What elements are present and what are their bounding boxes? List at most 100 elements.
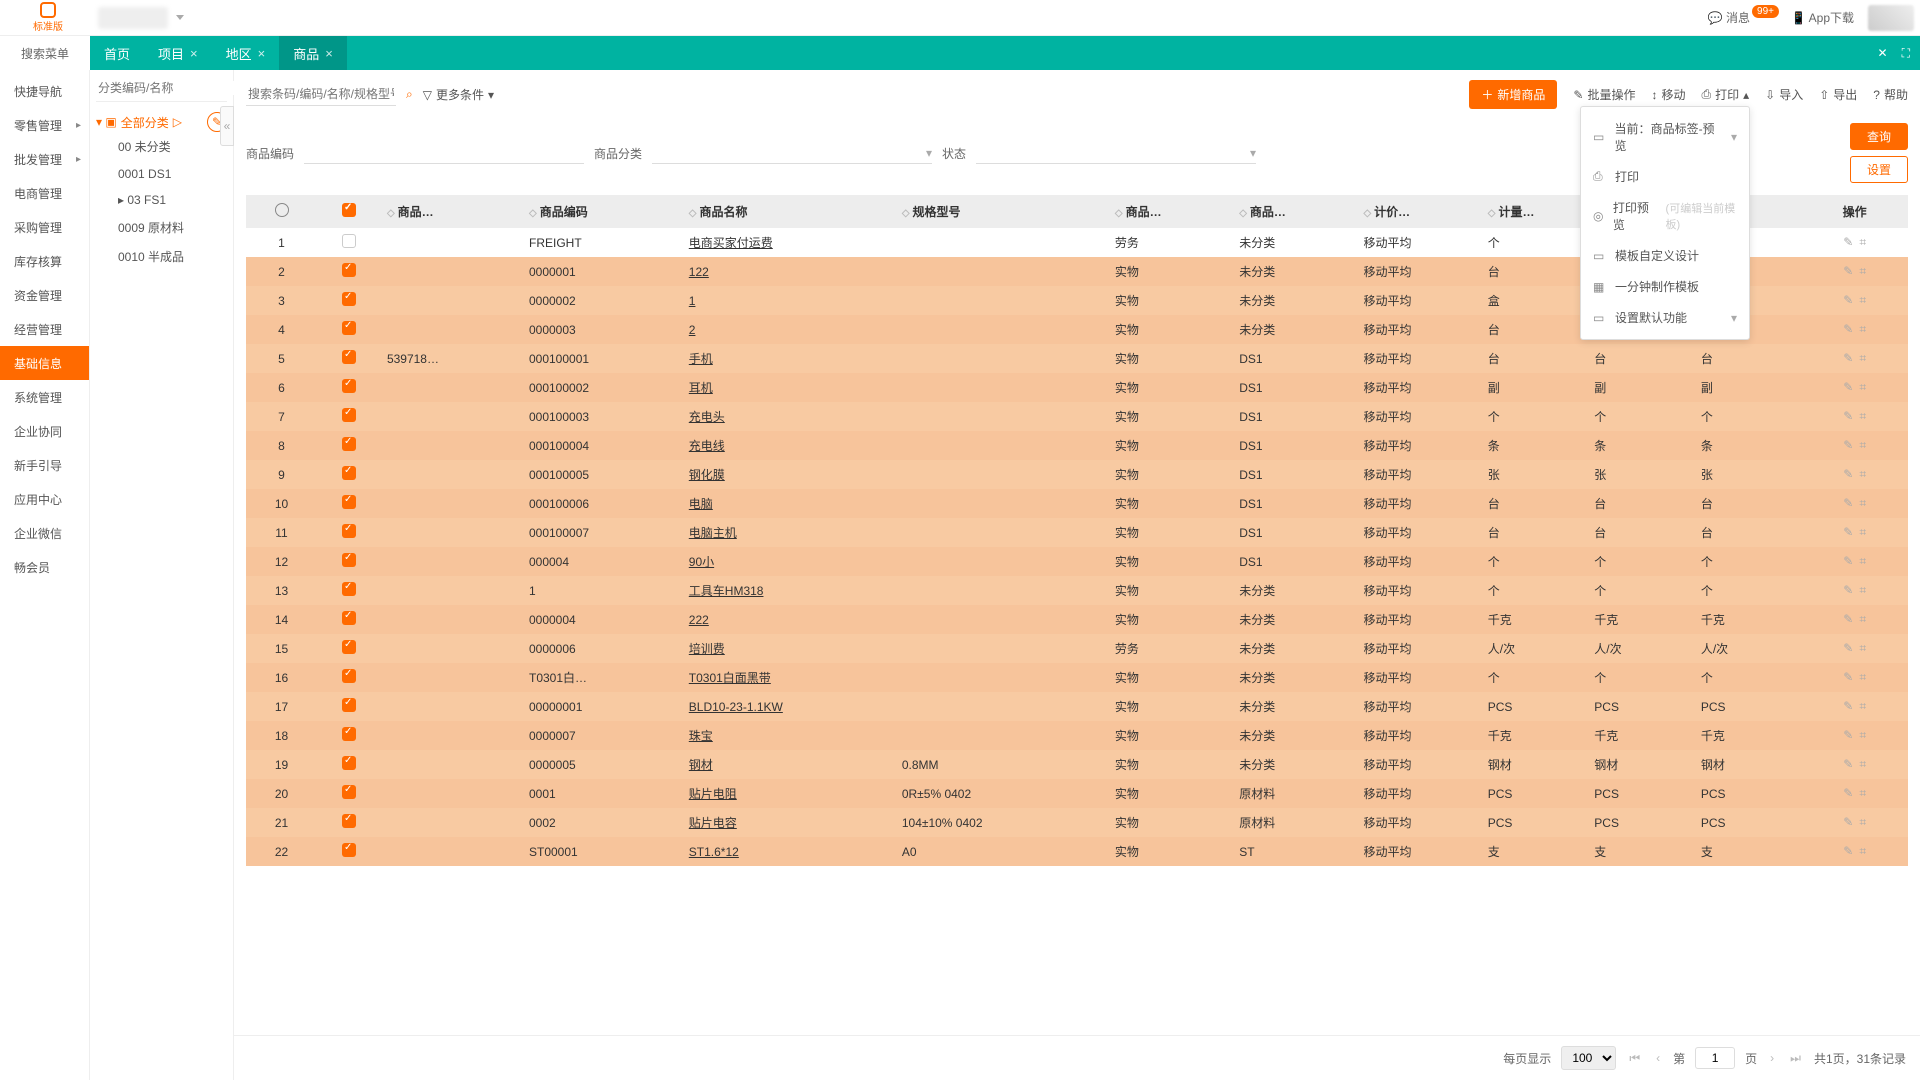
cell-name[interactable]: 1 [683, 286, 896, 315]
more-icon[interactable]: ⌗ [1859, 844, 1866, 858]
more-icon[interactable]: ⌗ [1859, 380, 1866, 394]
col-barcode[interactable]: ◇商品… [381, 195, 523, 228]
sidebar-item-快捷导航[interactable]: 快捷导航 [0, 74, 89, 108]
cell-name[interactable]: 耳机 [683, 373, 896, 402]
sidebar-item-畅会员[interactable]: 畅会员 [0, 550, 89, 584]
row-checkbox[interactable] [317, 315, 381, 344]
more-icon[interactable]: ⌗ [1859, 351, 1866, 365]
edit-icon[interactable]: ✎ [1843, 670, 1853, 684]
close-icon[interactable]: × [258, 46, 266, 61]
more-icon[interactable]: ⌗ [1859, 496, 1866, 510]
col-category[interactable]: ◇商品… [1233, 195, 1357, 228]
row-checkbox[interactable] [317, 460, 381, 489]
more-filters-toggle[interactable]: ▽ 更多条件 ▾ [423, 86, 494, 103]
edit-icon[interactable]: ✎ [1843, 728, 1853, 742]
close-icon[interactable]: × [190, 46, 198, 61]
more-icon[interactable]: ⌗ [1859, 786, 1866, 800]
row-checkbox[interactable] [317, 576, 381, 605]
more-icon[interactable]: ⌗ [1859, 815, 1866, 829]
tab-地区[interactable]: 地区× [212, 36, 280, 70]
chevron-down-icon[interactable] [176, 15, 184, 20]
edit-icon[interactable]: ✎ [1843, 293, 1853, 307]
table-row[interactable]: 180000007珠宝实物未分类移动平均千克千克千克✎⌗ [246, 721, 1908, 750]
messages-link[interactable]: 💬 消息99+ [1708, 9, 1777, 26]
row-checkbox[interactable] [317, 634, 381, 663]
row-checkbox[interactable] [317, 373, 381, 402]
help-button[interactable]: ? 帮助 [1873, 86, 1908, 103]
tab-close-icon[interactable]: ✕ [1878, 46, 1888, 60]
col-pricing[interactable]: ◇计价… [1357, 195, 1481, 228]
sidebar-item-资金管理[interactable]: 资金管理 [0, 278, 89, 312]
table-row[interactable]: 190000005钢材0.8MM实物未分类移动平均钢材钢材钢材✎⌗ [246, 750, 1908, 779]
edit-icon[interactable]: ✎ [1843, 815, 1853, 829]
dropdown-item[interactable]: ▭模板自定义设计 [1581, 240, 1749, 271]
tree-node[interactable]: 0009 原材料 [96, 213, 227, 242]
tree-play-icon[interactable]: ▷ [173, 115, 182, 129]
cell-name[interactable]: ST1.6*12 [683, 837, 896, 866]
tree-node[interactable]: 0010 半成品 [96, 242, 227, 271]
cell-name[interactable]: 122 [683, 257, 896, 286]
filter-code-input[interactable] [304, 142, 584, 164]
table-row[interactable]: 6000100002耳机实物DS1移动平均副副副✎⌗ [246, 373, 1908, 402]
cell-name[interactable]: T0301白面黑带 [683, 663, 896, 692]
tree-node[interactable]: ▸ 03 FS1 [96, 187, 227, 213]
table-row[interactable]: 1200000490小实物DS1移动平均个个个✎⌗ [246, 547, 1908, 576]
row-checkbox[interactable] [317, 547, 381, 576]
table-row[interactable]: 1700000001BLD10-23-1.1KW实物未分类移动平均PCSPCSP… [246, 692, 1908, 721]
more-icon[interactable]: ⌗ [1859, 728, 1866, 742]
more-icon[interactable]: ⌗ [1859, 293, 1866, 307]
first-page-button[interactable]: ⏮ [1626, 1051, 1643, 1066]
more-icon[interactable]: ⌗ [1859, 554, 1866, 568]
more-icon[interactable]: ⌗ [1859, 583, 1866, 597]
table-row[interactable]: 7000100003充电头实物DS1移动平均个个个✎⌗ [246, 402, 1908, 431]
row-checkbox[interactable] [317, 402, 381, 431]
cell-name[interactable]: BLD10-23-1.1KW [683, 692, 896, 721]
edit-icon[interactable]: ✎ [1843, 467, 1853, 481]
row-checkbox[interactable] [317, 605, 381, 634]
cell-name[interactable]: 2 [683, 315, 896, 344]
table-row[interactable]: 9000100005钢化膜实物DS1移动平均张张张✎⌗ [246, 460, 1908, 489]
dropdown-item[interactable]: ◎打印预览(可编辑当前模板) [1581, 192, 1749, 240]
row-checkbox[interactable] [317, 228, 381, 257]
import-button[interactable]: ⇩ 导入 [1765, 86, 1803, 103]
cell-name[interactable]: 钢化膜 [683, 460, 896, 489]
cell-name[interactable]: 贴片电容 [683, 808, 896, 837]
table-row[interactable]: 8000100004充电线实物DS1移动平均条条条✎⌗ [246, 431, 1908, 460]
add-product-button[interactable]: ＋ 新增商品 [1469, 80, 1557, 109]
last-page-button[interactable]: ⏭ [1787, 1051, 1804, 1066]
sidebar-item-库存核算[interactable]: 库存核算 [0, 244, 89, 278]
sidebar-item-经营管理[interactable]: 经营管理 [0, 312, 89, 346]
edit-icon[interactable]: ✎ [1843, 583, 1853, 597]
cell-name[interactable]: 充电头 [683, 402, 896, 431]
sidebar-item-企业微信[interactable]: 企业微信 [0, 516, 89, 550]
sidebar-item-采购管理[interactable]: 采购管理 [0, 210, 89, 244]
more-icon[interactable]: ⌗ [1859, 757, 1866, 771]
table-row[interactable]: 131工具车HM318实物未分类移动平均个个个✎⌗ [246, 576, 1908, 605]
cell-name[interactable]: 培训费 [683, 634, 896, 663]
tab-项目[interactable]: 项目× [144, 36, 212, 70]
page-size-select[interactable]: 100 [1561, 1046, 1616, 1070]
avatar[interactable] [1868, 5, 1914, 31]
cell-name[interactable]: 电商买家付运费 [683, 228, 896, 257]
row-checkbox[interactable] [317, 721, 381, 750]
tree-root-label[interactable]: 全部分类 [121, 114, 169, 131]
batch-ops-button[interactable]: ✎ 批量操作 [1573, 86, 1635, 103]
tree-node[interactable]: 0001 DS1 [96, 161, 227, 187]
more-icon[interactable]: ⌗ [1859, 235, 1866, 249]
row-checkbox[interactable] [317, 692, 381, 721]
filter-category-select[interactable]: ▾ [652, 142, 932, 164]
table-row[interactable]: 150000006培训费劳务未分类移动平均人/次人/次人/次✎⌗ [246, 634, 1908, 663]
tree-search-input[interactable] [98, 81, 253, 95]
cell-name[interactable]: 钢材 [683, 750, 896, 779]
table-row[interactable]: 5539718…000100001手机实物DS1移动平均台台台✎⌗ [246, 344, 1908, 373]
edit-icon[interactable]: ✎ [1843, 380, 1853, 394]
print-dropdown-button[interactable]: ⎙ 打印 ▴ [1701, 86, 1749, 103]
cell-name[interactable]: 贴片电阻 [683, 779, 896, 808]
more-icon[interactable]: ⌗ [1859, 525, 1866, 539]
table-row[interactable]: 11000100007电脑主机实物DS1移动平均台台台✎⌗ [246, 518, 1908, 547]
table-row[interactable]: 10000100006电脑实物DS1移动平均台台台✎⌗ [246, 489, 1908, 518]
query-button[interactable]: 查询 [1850, 123, 1908, 150]
tree-collapse-toggle[interactable]: « [220, 106, 234, 146]
cell-name[interactable]: 充电线 [683, 431, 896, 460]
edit-icon[interactable]: ✎ [1843, 351, 1853, 365]
